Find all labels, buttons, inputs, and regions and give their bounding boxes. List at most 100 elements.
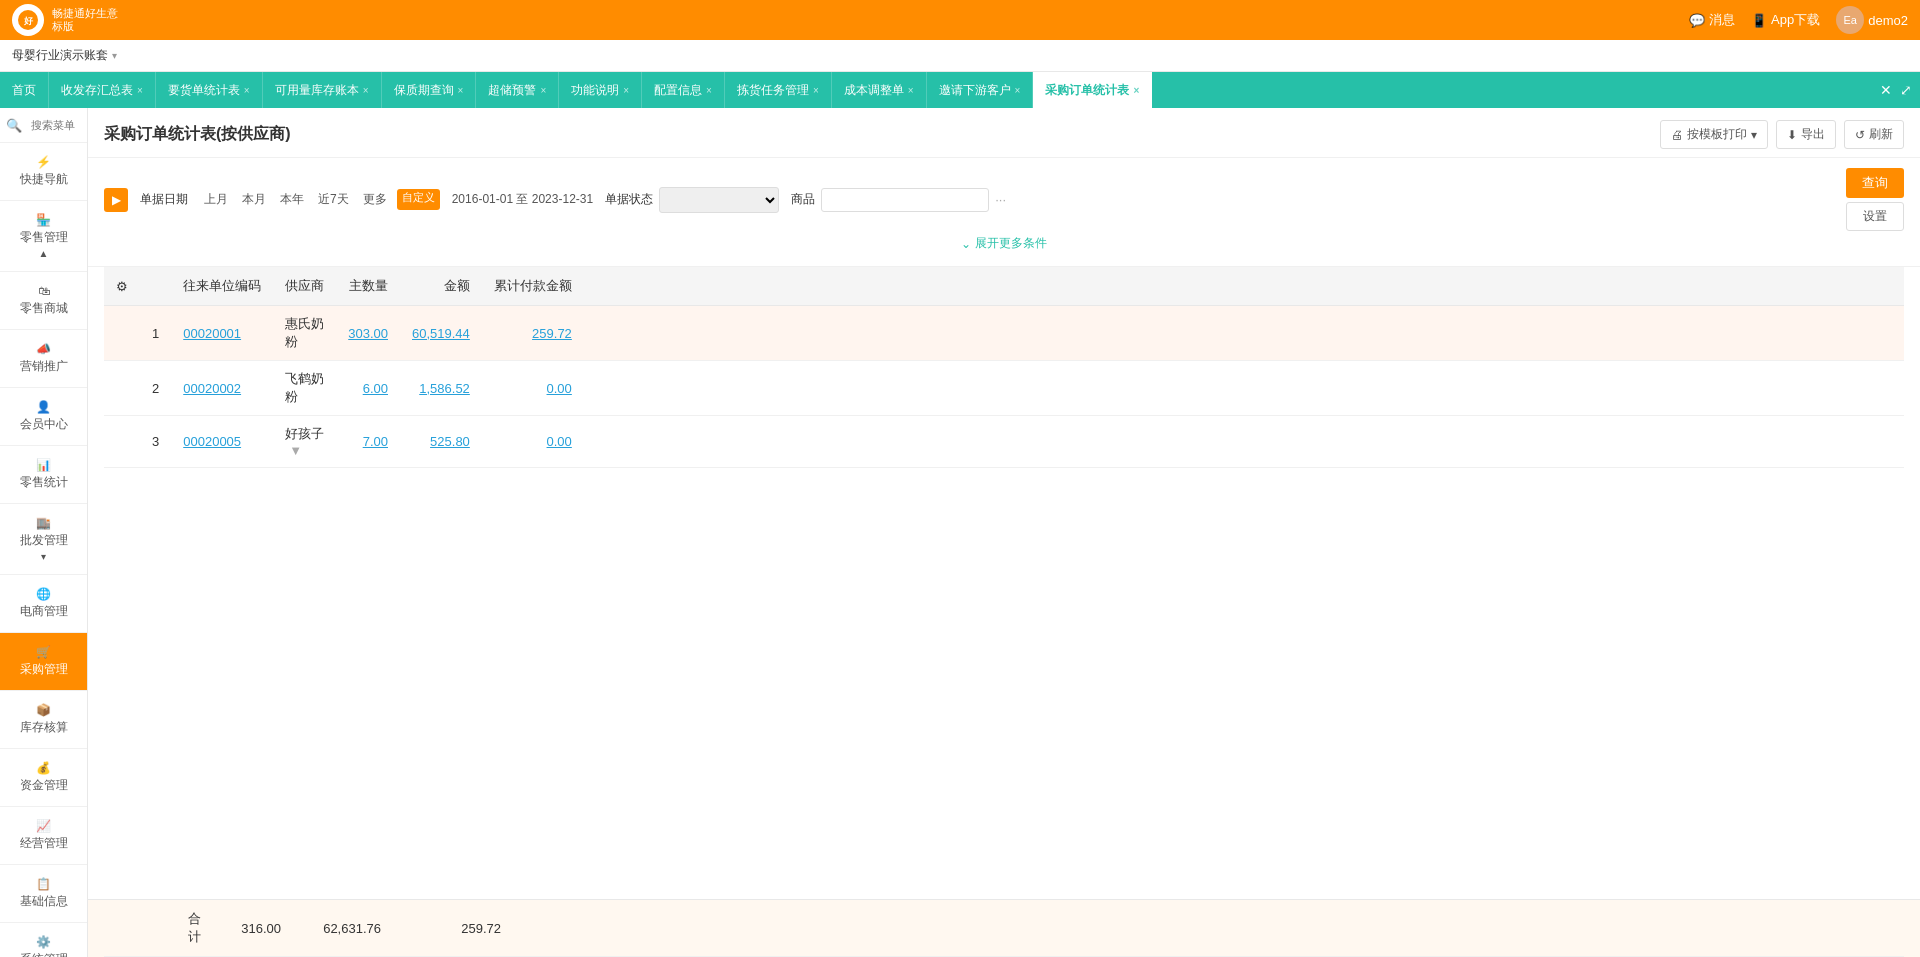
gear-icon[interactable]: ⚙ (116, 279, 128, 294)
sidebar: 🔍 ⚡ 快捷导航 🏪 零售管理 ▲ 🛍 零售商城 📣 营销推广 👤 会员中心 📊… (0, 108, 88, 957)
export-icon: ⬇ (1787, 128, 1797, 142)
sidebar-item-system-manage[interactable]: ⚙️ 系统管理 (0, 923, 87, 957)
sidebar-item-quick-nav[interactable]: ⚡ 快捷导航 (0, 143, 87, 201)
search-input[interactable] (26, 116, 81, 134)
row-gear-cell (104, 416, 140, 468)
row-qty: 7.00 (336, 416, 400, 468)
app-download-btn[interactable]: 📱 App下载 (1751, 11, 1820, 29)
sidebar-item-marketing[interactable]: 📣 营销推广 (0, 330, 87, 388)
sidebar-item-ecommerce-manage[interactable]: 🌐 电商管理 (0, 575, 87, 633)
close-icon[interactable]: × (1133, 85, 1139, 96)
total-qty: 316.00 (213, 900, 293, 957)
table-header-row: ⚙ 往来单位编码 供应商 主数量 金额 累计付款金额 (104, 267, 1904, 306)
workspace-selector[interactable]: 母婴行业演示账套 ▾ (12, 47, 117, 64)
close-icon[interactable]: × (706, 85, 712, 96)
table-row: 3 00020005 好孩子 ▼ 7.00 525.80 (104, 416, 1904, 468)
shortcut-7days[interactable]: 近7天 (314, 189, 353, 210)
marketing-icon: 📣 (36, 342, 51, 356)
query-button[interactable]: 查询 (1846, 168, 1904, 198)
retail-mall-icon: 🛍 (38, 284, 50, 298)
close-icon[interactable]: × (1015, 85, 1021, 96)
row-supplier: 好孩子 ▼ (273, 416, 336, 468)
close-icon[interactable]: × (244, 85, 250, 96)
message-btn[interactable]: 💬 消息 (1689, 11, 1735, 29)
status-filter-select[interactable] (659, 187, 779, 213)
column-supplier: 供应商 (273, 267, 336, 306)
close-icon[interactable]: × (137, 85, 143, 96)
more-fields-btn[interactable]: ··· (995, 192, 1006, 207)
row-gear-cell (104, 361, 140, 416)
column-index (140, 267, 171, 306)
close-icon[interactable]: × (623, 85, 629, 96)
row-unit-code: 00020005 (171, 416, 273, 468)
sidebar-item-wholesale-manage[interactable]: 🏬 批发管理 ▾ (0, 504, 87, 575)
user-profile-btn[interactable]: Ea demo2 (1836, 6, 1908, 34)
tab-receive-send[interactable]: 收发存汇总表 × (49, 72, 156, 108)
retail-stats-icon: 📊 (36, 458, 51, 472)
sidebar-item-basic-info[interactable]: 📋 基础信息 (0, 865, 87, 923)
custom-date-badge[interactable]: 自定义 (397, 189, 440, 210)
close-icon[interactable]: × (540, 85, 546, 96)
sidebar-item-operation-manage[interactable]: 📈 经营管理 (0, 807, 87, 865)
tab-cost-adjust[interactable]: 成本调整单 × (832, 72, 927, 108)
search-icon: 🔍 (6, 118, 22, 133)
sidebar-item-inventory-check[interactable]: 📦 库存核算 (0, 691, 87, 749)
expand-more-conditions[interactable]: ⌄ 展开更多条件 (104, 231, 1904, 256)
settings-button[interactable]: 设置 (1846, 202, 1904, 231)
tab-config-info[interactable]: 配置信息 × (642, 72, 725, 108)
goods-filter-input[interactable] (821, 188, 989, 212)
sidebar-item-retail-manage[interactable]: 🏪 零售管理 ▲ (0, 201, 87, 272)
table-row: 1 00020001 惠氏奶粉 303.00 60,519.44 (104, 306, 1904, 361)
sidebar-item-member-center[interactable]: 👤 会员中心 (0, 388, 87, 446)
maximize-btn[interactable]: ⤢ (1900, 82, 1912, 98)
shortcut-this-month[interactable]: 本月 (238, 189, 270, 210)
expand-icon[interactable]: ▼ (289, 443, 302, 458)
tab-function-desc[interactable]: 功能说明 × (559, 72, 642, 108)
chevron-down-icon: ⌄ (961, 237, 971, 251)
tab-available-inventory[interactable]: 可用量库存账本 × (263, 72, 382, 108)
column-spacer (584, 267, 1904, 306)
export-button[interactable]: ⬇ 导出 (1776, 120, 1836, 149)
tab-invite-customer[interactable]: 邀请下游客户 × (927, 72, 1034, 108)
sidebar-item-retail-mall[interactable]: 🛍 零售商城 (0, 272, 87, 330)
nav-tabs: 首页 收发存汇总表 × 要货单统计表 × 可用量库存账本 × 保质期查询 × 超… (0, 72, 1920, 108)
shortcut-this-year[interactable]: 本年 (276, 189, 308, 210)
print-button[interactable]: 🖨 按模板打印 ▾ (1660, 120, 1768, 149)
unit-code-link[interactable]: 00020002 (183, 381, 241, 396)
row-paid: 259.72 (482, 306, 584, 361)
status-filter-label: 单据状态 (605, 191, 653, 208)
shortcut-last-month[interactable]: 上月 (200, 189, 232, 210)
shortcut-more[interactable]: 更多 (359, 189, 391, 210)
tab-purchase-order-summary[interactable]: 采购订单统计表 × (1033, 72, 1152, 108)
tab-purchase-summary[interactable]: 要货单统计表 × (156, 72, 263, 108)
workspace-name: 母婴行业演示账套 (12, 47, 108, 64)
close-icon[interactable]: × (458, 85, 464, 96)
close-icon[interactable]: × (363, 85, 369, 96)
tab-picking-task[interactable]: 拣货任务管理 × (725, 72, 832, 108)
total-label: 合计 (176, 900, 213, 957)
tab-home[interactable]: 首页 (0, 72, 49, 108)
tab-overstock-warning[interactable]: 超储预警 × (476, 72, 559, 108)
unit-code-link[interactable]: 00020005 (183, 434, 241, 449)
top-bar: 好 畅捷通好生意 标版 💬 消息 📱 App下载 Ea demo2 (0, 0, 1920, 40)
unit-code-link[interactable]: 00020001 (183, 326, 241, 341)
goods-filter-field: 商品 ··· (791, 188, 1006, 212)
goods-filter-label: 商品 (791, 191, 815, 208)
table-row: 2 00020002 飞鹤奶粉 6.00 1,586.52 (104, 361, 1904, 416)
sidebar-item-purchase-manage[interactable]: 🛒 采购管理 (0, 633, 87, 691)
filter-toggle-btn[interactable]: ▶ (104, 188, 128, 212)
sidebar-item-fund-manage[interactable]: 💰 资金管理 (0, 749, 87, 807)
main-layout: 🔍 ⚡ 快捷导航 🏪 零售管理 ▲ 🛍 零售商城 📣 营销推广 👤 会员中心 📊… (0, 108, 1920, 957)
chevron-down-icon: ▲ (39, 248, 49, 259)
close-icon[interactable]: × (813, 85, 819, 96)
sidebar-item-retail-stats[interactable]: 📊 零售统计 (0, 446, 87, 504)
retail-manage-icon: 🏪 (36, 213, 51, 227)
close-icon[interactable]: × (908, 85, 914, 96)
status-filter-field: 单据状态 (605, 187, 779, 213)
quick-nav-icon: ⚡ (36, 155, 51, 169)
date-shortcuts: 上月 本月 本年 近7天 更多 自定义 (200, 189, 440, 210)
row-supplier: 惠氏奶粉 (273, 306, 336, 361)
refresh-button[interactable]: ↺ 刷新 (1844, 120, 1904, 149)
close-all-tabs-btn[interactable]: ✕ (1880, 82, 1892, 98)
tab-validity-query[interactable]: 保质期查询 × (382, 72, 477, 108)
